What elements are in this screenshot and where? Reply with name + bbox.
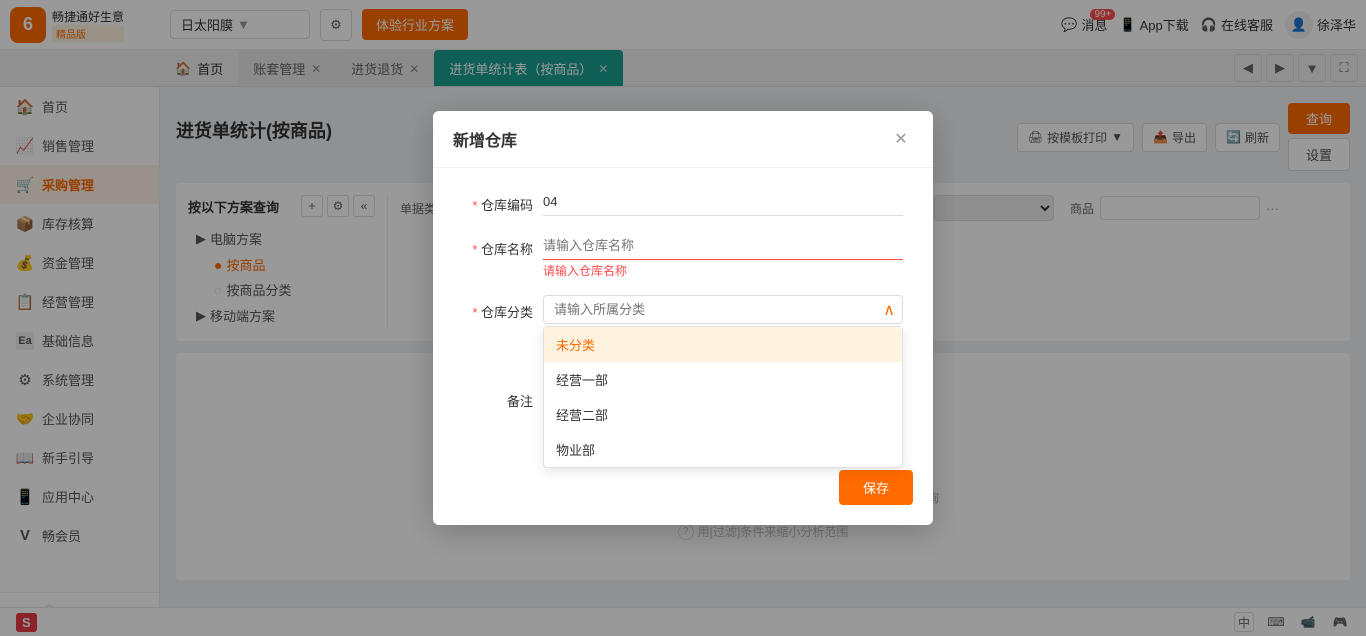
name-input[interactable] — [543, 232, 903, 260]
modal-footer: 保存 — [433, 470, 933, 505]
dropdown-item-property[interactable]: 物业部 — [544, 432, 902, 467]
name-error-msg: 请输入仓库名称 — [543, 262, 903, 279]
dropdown-item-dept2[interactable]: 经营二部 — [544, 397, 902, 432]
code-field-row: 仓库编码 — [463, 188, 903, 216]
modal-close-button[interactable]: ✕ — [889, 127, 913, 151]
code-label: 仓库编码 — [463, 188, 543, 214]
name-label: 仓库名称 — [463, 232, 543, 258]
modal-overlay[interactable]: 新增仓库 ✕ 仓库编码 仓库名称 请输入仓库名称 仓库分 — [0, 0, 1366, 636]
modal-dialog: 新增仓库 ✕ 仓库编码 仓库名称 请输入仓库名称 仓库分 — [433, 111, 933, 525]
dropdown-item-dept1[interactable]: 经营一部 — [544, 362, 902, 397]
dropdown-item-uncategorized[interactable]: 未分类 — [544, 327, 902, 362]
modal-body: 仓库编码 仓库名称 请输入仓库名称 仓库分类 ∧ — [433, 168, 933, 470]
category-dropdown: 未分类 经营一部 经营二部 物业部 — [543, 326, 903, 468]
category-label: 仓库分类 — [463, 295, 543, 321]
modal-title: 新增仓库 — [453, 127, 517, 151]
category-select-wrap: ∧ 未分类 经营一部 经营二部 物业部 — [543, 295, 903, 324]
name-field-row: 仓库名称 请输入仓库名称 — [463, 232, 903, 279]
category-field-row: 仓库分类 ∧ 未分类 经营一部 经营二部 物业部 — [463, 295, 903, 324]
save-button[interactable]: 保存 — [839, 470, 913, 505]
code-input[interactable] — [543, 188, 903, 216]
category-input[interactable] — [543, 295, 903, 324]
modal-header: 新增仓库 ✕ — [433, 111, 933, 168]
remark-label: 备注 — [463, 384, 543, 410]
